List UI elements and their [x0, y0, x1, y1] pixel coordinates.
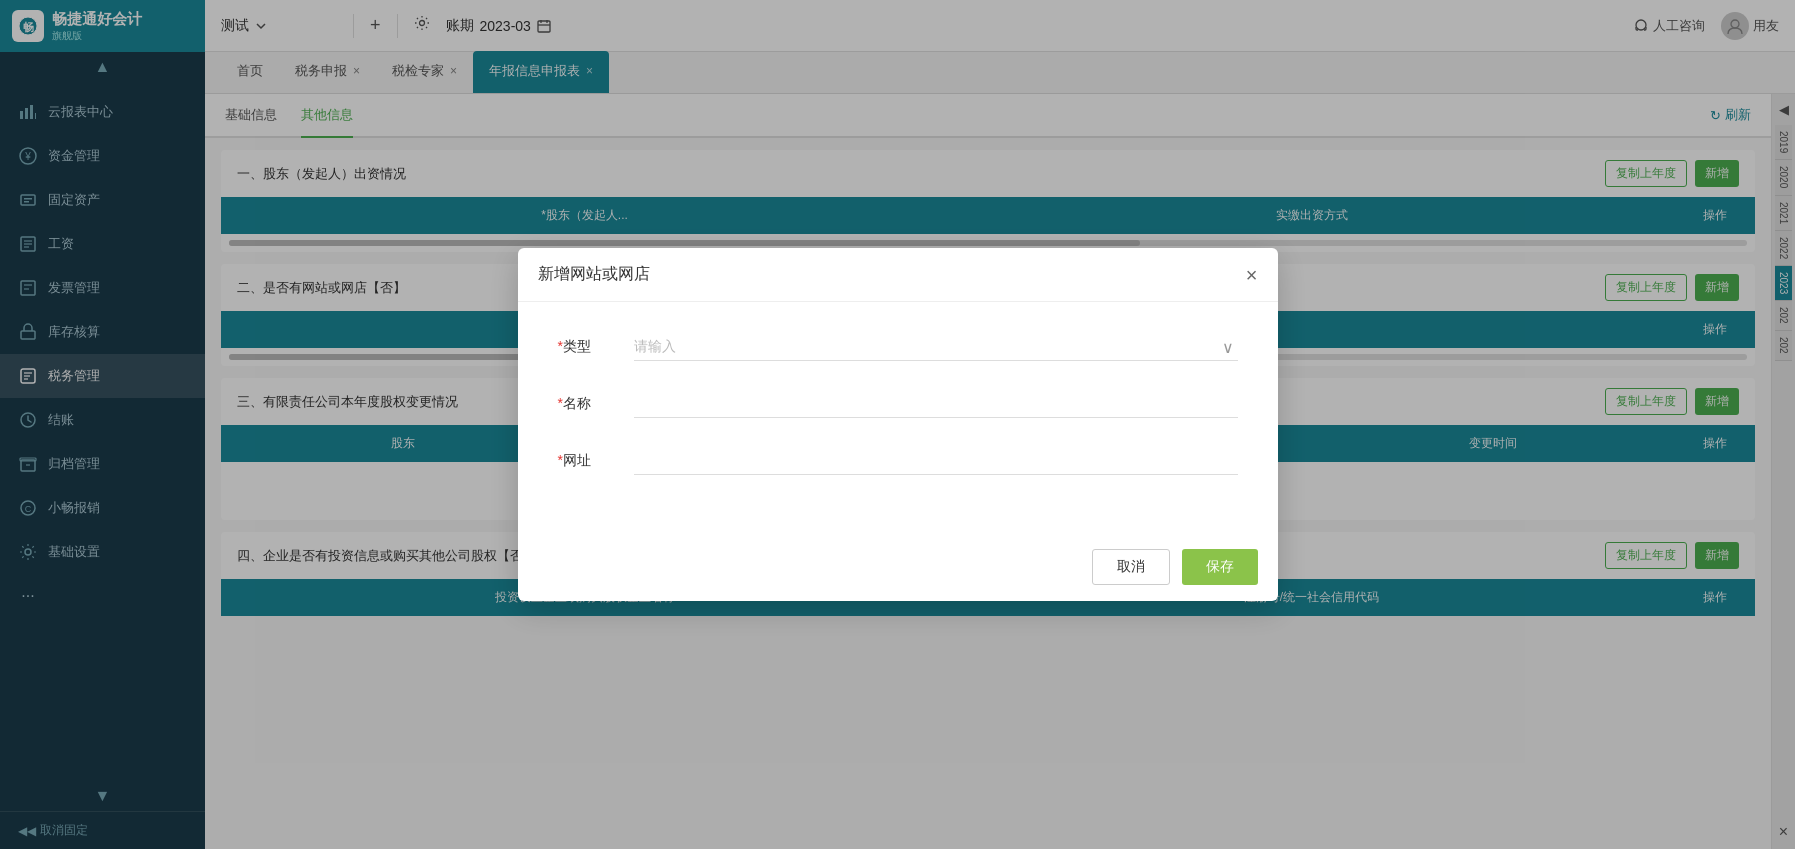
form-row-url: *网址: [558, 446, 1238, 475]
type-input[interactable]: [634, 332, 1238, 361]
modal-overlay[interactable]: 新增网站或网店 × *类型 ∨ *名称: [0, 0, 1795, 849]
url-input-wrapper: [634, 446, 1238, 475]
type-label: *类型: [558, 338, 618, 356]
name-input-wrapper: [634, 389, 1238, 418]
type-input-wrapper: ∨: [634, 332, 1238, 361]
modal-header: 新增网站或网店 ×: [518, 248, 1278, 302]
modal-close-button[interactable]: ×: [1246, 265, 1258, 285]
url-input[interactable]: [634, 446, 1238, 475]
modal-body: *类型 ∨ *名称 *网址: [518, 302, 1278, 533]
cancel-button[interactable]: 取消: [1092, 549, 1170, 585]
name-label: *名称: [558, 395, 618, 413]
form-row-name: *名称: [558, 389, 1238, 418]
add-website-modal: 新增网站或网店 × *类型 ∨ *名称: [518, 248, 1278, 601]
modal-title: 新增网站或网店: [538, 264, 650, 285]
save-button[interactable]: 保存: [1182, 549, 1258, 585]
modal-footer: 取消 保存: [518, 533, 1278, 601]
type-dropdown-icon: ∨: [1222, 337, 1234, 356]
form-row-type: *类型 ∨: [558, 332, 1238, 361]
url-label: *网址: [558, 452, 618, 470]
name-input[interactable]: [634, 389, 1238, 418]
